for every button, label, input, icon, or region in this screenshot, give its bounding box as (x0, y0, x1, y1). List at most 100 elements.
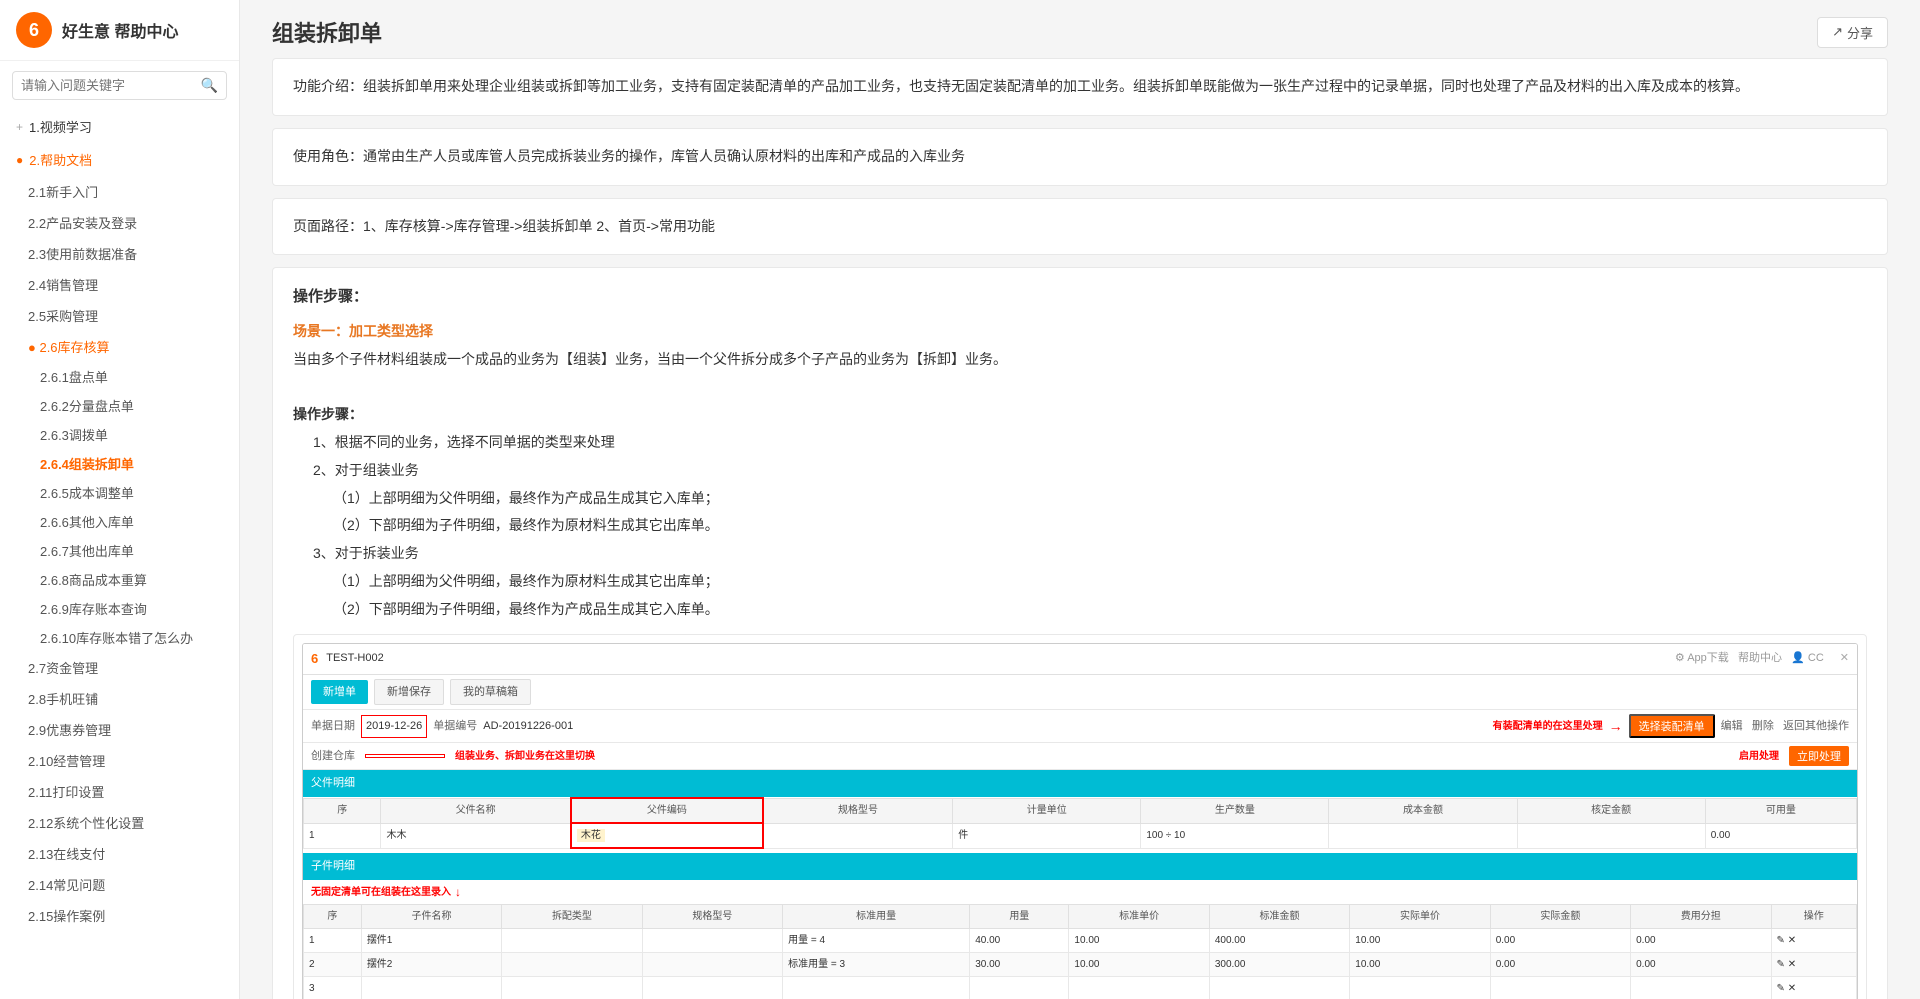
sidebar-item-2-15[interactable]: 2.15操作案例 (0, 900, 239, 931)
sidebar-item-2-2[interactable]: 2.2产品安装及登录 (0, 207, 239, 238)
warehouse-input (365, 754, 445, 758)
sidebar-item-2-6-10[interactable]: 2.6.10库存账本错了怎么办 (0, 623, 239, 652)
sidebar-item-2-11[interactable]: 2.11打印设置 (0, 776, 239, 807)
lr3-op: ✎ ✕ (1771, 977, 1856, 999)
lr2-spec (642, 953, 782, 977)
screenshot-upper-table: 序 父件名称 父件编码 规格型号 计量单位 生产数量 成本金额 核定金额 可用量 (303, 797, 1857, 849)
sidebar-item-2-6-1[interactable]: 2.6.1盘点单 (0, 362, 239, 391)
lr3-seq: 3 (304, 977, 362, 999)
scene1-title: 场景一：加工类型选择 (293, 320, 1867, 344)
arrow-down-icon: ↓ (455, 882, 461, 902)
step2: 2、对于组装业务 (293, 459, 1867, 483)
sidebar-nav: + 1.视频学习 ● 2.帮助文档 2.1新手入门 2.2产品安装及登录 2.3… (0, 110, 239, 999)
upper-col-seq: 序 (304, 798, 381, 823)
upper-col-cost: 成本金额 (1329, 798, 1517, 823)
date-label: 单据日期 (311, 717, 355, 736)
lr1-sq: 用量 = 4 (783, 929, 970, 953)
sidebar-item-2-8[interactable]: 2.8手机旺铺 (0, 683, 239, 714)
lr1-sa: 400.00 (1209, 929, 1349, 953)
screenshot-lower-table: 序 子件名称 拆配类型 规格型号 标准用量 用量 标准单价 标准金额 实际单价 (303, 904, 1857, 999)
lower-col-type: 拆配类型 (502, 905, 642, 929)
lr1-op: ✎ ✕ (1771, 929, 1856, 953)
sidebar-item-2-4[interactable]: 2.4销售管理 (0, 269, 239, 300)
upper-row1-cost (1329, 823, 1517, 848)
sidebar-item-2-6-6[interactable]: 2.6.6其他入库单 (0, 507, 239, 536)
select-bom-btn[interactable]: 选择装配清单 (1629, 714, 1715, 738)
doc-label: 单据编号 (433, 717, 477, 736)
scene1-desc: 当由多个子件材料组装成一个成品的业务为【组装】业务，当由一个父件拆分成多个子产品… (293, 348, 1867, 372)
logo-icon: 6 (16, 12, 52, 48)
lr2-n: 摆件2 (361, 953, 501, 977)
lr2-op: ✎ ✕ (1771, 953, 1856, 977)
sidebar-item-2-6-9[interactable]: 2.6.9库存账本查询 (0, 594, 239, 623)
sidebar-item-2-6-7[interactable]: 2.6.7其他出库单 (0, 536, 239, 565)
screenshot-tab-save: 新增保存 (374, 679, 444, 706)
lower-col-std-amt: 标准金额 (1209, 905, 1349, 929)
upper-col-unit: 计量单位 (953, 798, 1141, 823)
lower-section-label: 子件明细 (311, 857, 355, 876)
anno2-label: 组装业务、拆卸业务在这里切换 (455, 748, 595, 765)
lower-col-qty: 用量 (970, 905, 1069, 929)
anno1-label: 有装配清单的在这里处理 (1493, 718, 1603, 735)
role-text: 使用角色：通常由生产人员或库管人员完成拆装业务的操作，库管人员确认原材料的出库和… (293, 145, 1867, 169)
search-box[interactable]: 🔍 (12, 71, 227, 100)
lr2-q: 30.00 (970, 953, 1069, 977)
sidebar-item-docs[interactable]: ● 2.帮助文档 (0, 143, 239, 176)
sidebar-item-2-7[interactable]: 2.7资金管理 (0, 652, 239, 683)
screenshot-tab-new: 新增单 (311, 680, 368, 705)
circle-icon: ● (16, 153, 23, 167)
lr1-cs: 0.00 (1631, 929, 1771, 953)
lr1-aa: 0.00 (1490, 929, 1630, 953)
lower-col-cost-share: 费用分担 (1631, 905, 1771, 929)
screenshot-titlebar: 6 TEST-H002 ⚙ App下载 帮助中心 👤 CC ✕ (303, 644, 1857, 675)
lr1-ap: 10.00 (1350, 929, 1490, 953)
path-card: 页面路径：1、库存核算->库存管理->组装拆卸单 2、首页->常用功能 (272, 198, 1888, 256)
sidebar-item-2-6-3[interactable]: 2.6.3调拨单 (0, 420, 239, 449)
lower-col-act-price: 实际单价 (1350, 905, 1490, 929)
share-button[interactable]: ↗ 分享 (1817, 17, 1888, 48)
sidebar-item-2-10[interactable]: 2.10经营管理 (0, 745, 239, 776)
intro-text: 功能介绍：组装拆卸单用来处理企业组装或拆卸等加工业务，支持有固定装配清单的产品加… (293, 75, 1867, 99)
lr2-cs: 0.00 (1631, 953, 1771, 977)
lower-col-seq: 序 (304, 905, 362, 929)
screenshot-lower-header: 子件明细 (303, 853, 1857, 880)
sidebar-item-2-5[interactable]: 2.5采购管理 (0, 300, 239, 331)
anno4-label: 无固定清单可在组装在这里录入 (311, 884, 451, 901)
lr2-seq: 2 (304, 953, 362, 977)
sidebar-item-2-12[interactable]: 2.12系统个性化设置 (0, 807, 239, 838)
sidebar-item-2-6-4[interactable]: 2.6.4组装拆卸单 (0, 449, 239, 478)
sidebar-item-2-14[interactable]: 2.14常见问题 (0, 869, 239, 900)
search-icon[interactable]: 🔍 (201, 77, 218, 94)
lr2-aa: 0.00 (1490, 953, 1630, 977)
intro-card: 功能介绍：组装拆卸单用来处理企业组装或拆卸等加工业务，支持有固定装配清单的产品加… (272, 58, 1888, 116)
upper-row1-avail: 0.00 (1705, 823, 1856, 848)
main-panel: 组装拆卸单 ↗ 分享 功能介绍：组装拆卸单用来处理企业组装或拆卸等加工业务，支持… (240, 0, 1920, 999)
lr1-sp: 10.00 (1069, 929, 1209, 953)
lr2-t (502, 953, 642, 977)
sidebar-item-2-6[interactable]: ● 2.6库存核算 (0, 331, 239, 362)
lr2-sq: 标准用量 = 3 (783, 953, 970, 977)
sidebar-item-video[interactable]: + 1.视频学习 (0, 110, 239, 143)
sidebar-item-2-6-8[interactable]: 2.6.8商品成本重算 (0, 565, 239, 594)
enable-btn[interactable]: 立即处理 (1789, 746, 1849, 766)
step2-2: （2）下部明细为子件明细，最终作为原材料生成其它出库单。 (293, 514, 1867, 538)
sidebar-item-2-9[interactable]: 2.9优惠券管理 (0, 714, 239, 745)
sidebar-item-docs-label: 2.帮助文档 (29, 150, 92, 169)
sidebar-item-2-1[interactable]: 2.1新手入门 (0, 176, 239, 207)
lower-col-act-amt: 实际金额 (1490, 905, 1630, 929)
screenshot: 6 TEST-H002 ⚙ App下载 帮助中心 👤 CC ✕ 新增单 新增保存… (302, 643, 1858, 999)
lr1-q: 40.00 (970, 929, 1069, 953)
warehouse-label: 创建仓库 (311, 747, 355, 766)
sidebar-item-2-6-label: 2.6库存核算 (39, 340, 109, 355)
logo-title: 好生意 帮助中心 (62, 18, 178, 42)
main-content: 功能介绍：组装拆卸单用来处理企业组装或拆卸等加工业务，支持有固定装配清单的产品加… (240, 58, 1920, 999)
sidebar-item-2-6-2[interactable]: 2.6.2分量盘点单 (0, 391, 239, 420)
lower-col-std-price: 标准单价 (1069, 905, 1209, 929)
sidebar-item-2-3[interactable]: 2.3使用前数据准备 (0, 238, 239, 269)
sidebar-item-2-6-5[interactable]: 2.6.5成本调整单 (0, 478, 239, 507)
lr2-sp: 10.00 (1069, 953, 1209, 977)
step1: 1、根据不同的业务，选择不同单据的类型来处理 (293, 431, 1867, 455)
sidebar-item-2-13[interactable]: 2.13在线支付 (0, 838, 239, 869)
share-label: 分享 (1847, 23, 1873, 42)
search-input[interactable] (21, 78, 201, 93)
